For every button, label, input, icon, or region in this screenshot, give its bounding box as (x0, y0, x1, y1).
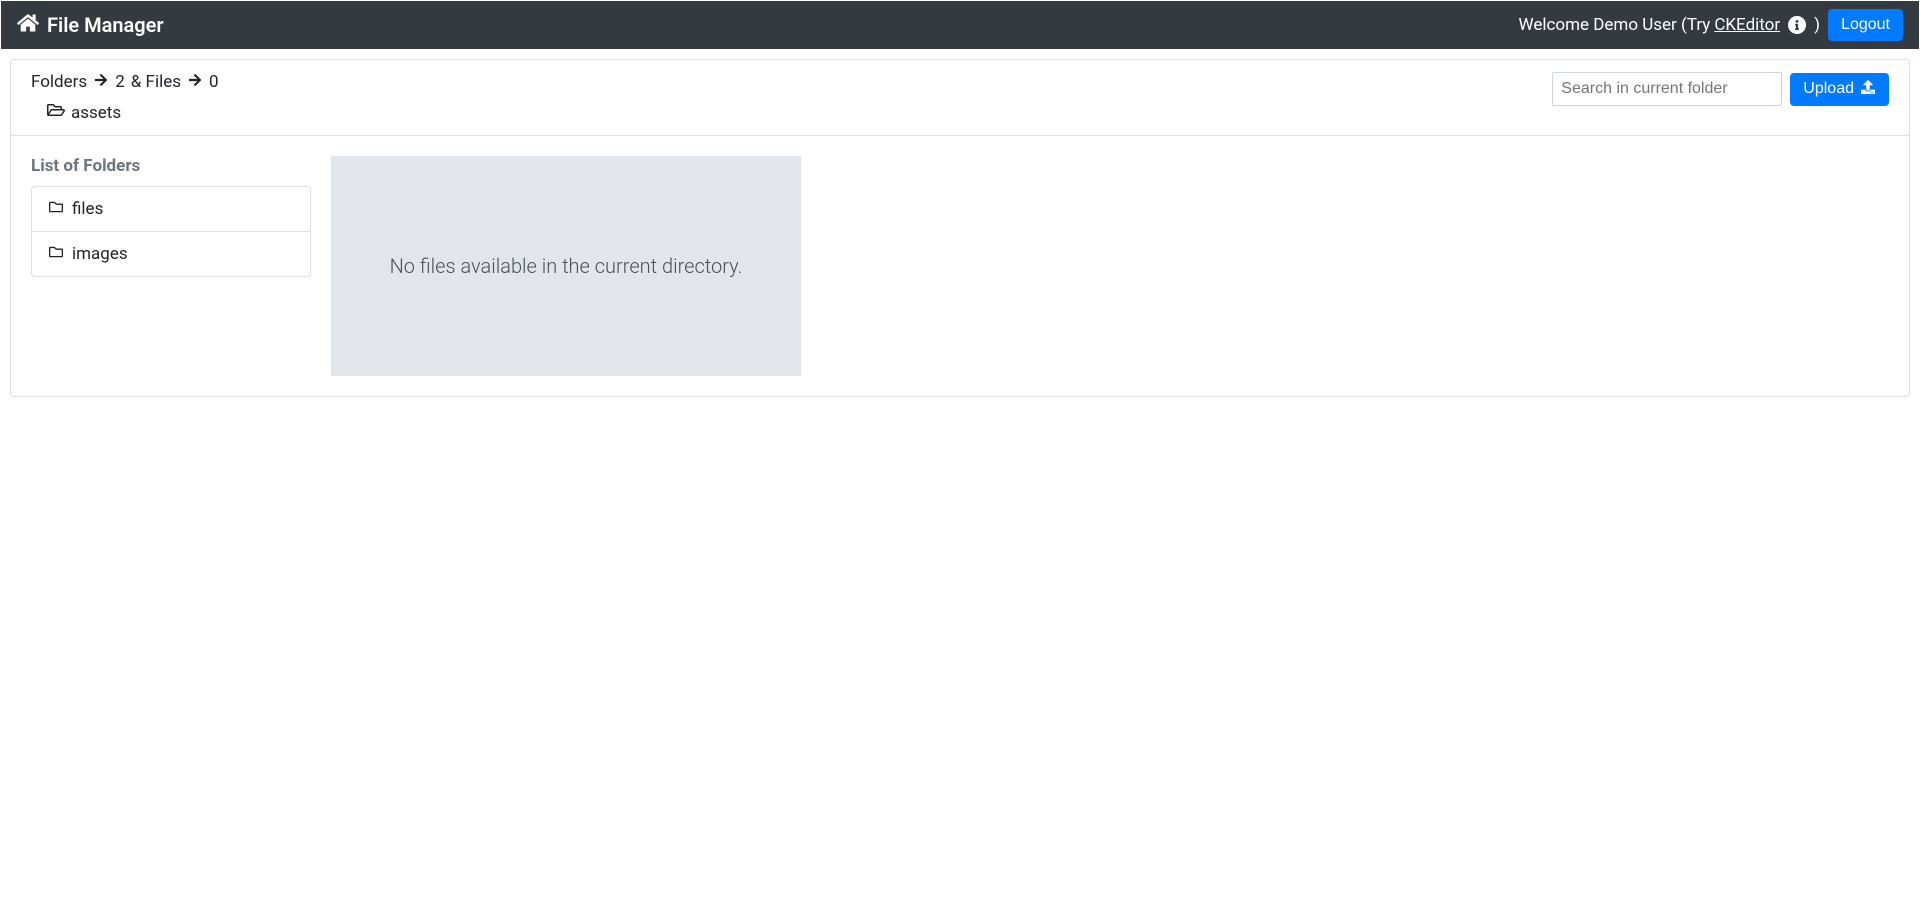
folder-panel-title: List of Folders (31, 156, 311, 176)
welcome-text: Welcome Demo User (Try CKEditor ) (1519, 15, 1821, 35)
brand-title: File Manager (47, 13, 164, 37)
header-left: Folders 2 & Files 0 assets (31, 72, 219, 123)
arrow-right-icon (187, 72, 203, 92)
upload-icon (1860, 80, 1876, 99)
brand-link[interactable]: File Manager (17, 12, 164, 39)
empty-message: No files available in the current direct… (390, 254, 743, 278)
folder-item-label: files (72, 199, 103, 219)
main-card: Folders 2 & Files 0 assets U (10, 59, 1910, 397)
folders-label: Folders (31, 72, 87, 92)
files-panel: No files available in the current direct… (331, 156, 801, 376)
card-body: List of Folders files images No files av… (11, 136, 1909, 396)
search-input[interactable] (1552, 72, 1782, 106)
header-right: Upload (1552, 72, 1889, 106)
upload-button[interactable]: Upload (1790, 73, 1889, 106)
folder-icon (48, 199, 64, 219)
folder-open-icon (47, 102, 65, 123)
folders-count: 2 (115, 72, 125, 92)
navbar: File Manager Welcome Demo User (Try CKEd… (1, 1, 1919, 49)
logout-button[interactable]: Logout (1828, 9, 1903, 41)
breadcrumb[interactable]: assets (31, 102, 219, 123)
folder-list: files images (31, 186, 311, 277)
files-sep: & Files (131, 72, 181, 92)
breadcrumb-current: assets (71, 103, 121, 123)
arrow-right-icon (93, 72, 109, 92)
ckeditor-link[interactable]: CKEditor (1714, 15, 1780, 35)
folder-item[interactable]: images (32, 232, 310, 276)
home-icon (17, 12, 39, 39)
files-count: 0 (209, 72, 219, 92)
folder-icon (48, 244, 64, 264)
upload-label: Upload (1803, 80, 1854, 98)
folder-item[interactable]: files (32, 187, 310, 232)
folder-item-label: images (72, 244, 128, 264)
stats-line: Folders 2 & Files 0 (31, 72, 219, 92)
navbar-right: Welcome Demo User (Try CKEditor ) Logout (1519, 9, 1903, 41)
card-header: Folders 2 & Files 0 assets U (11, 60, 1909, 136)
info-icon[interactable] (1788, 16, 1806, 34)
folder-panel: List of Folders files images (31, 156, 311, 277)
